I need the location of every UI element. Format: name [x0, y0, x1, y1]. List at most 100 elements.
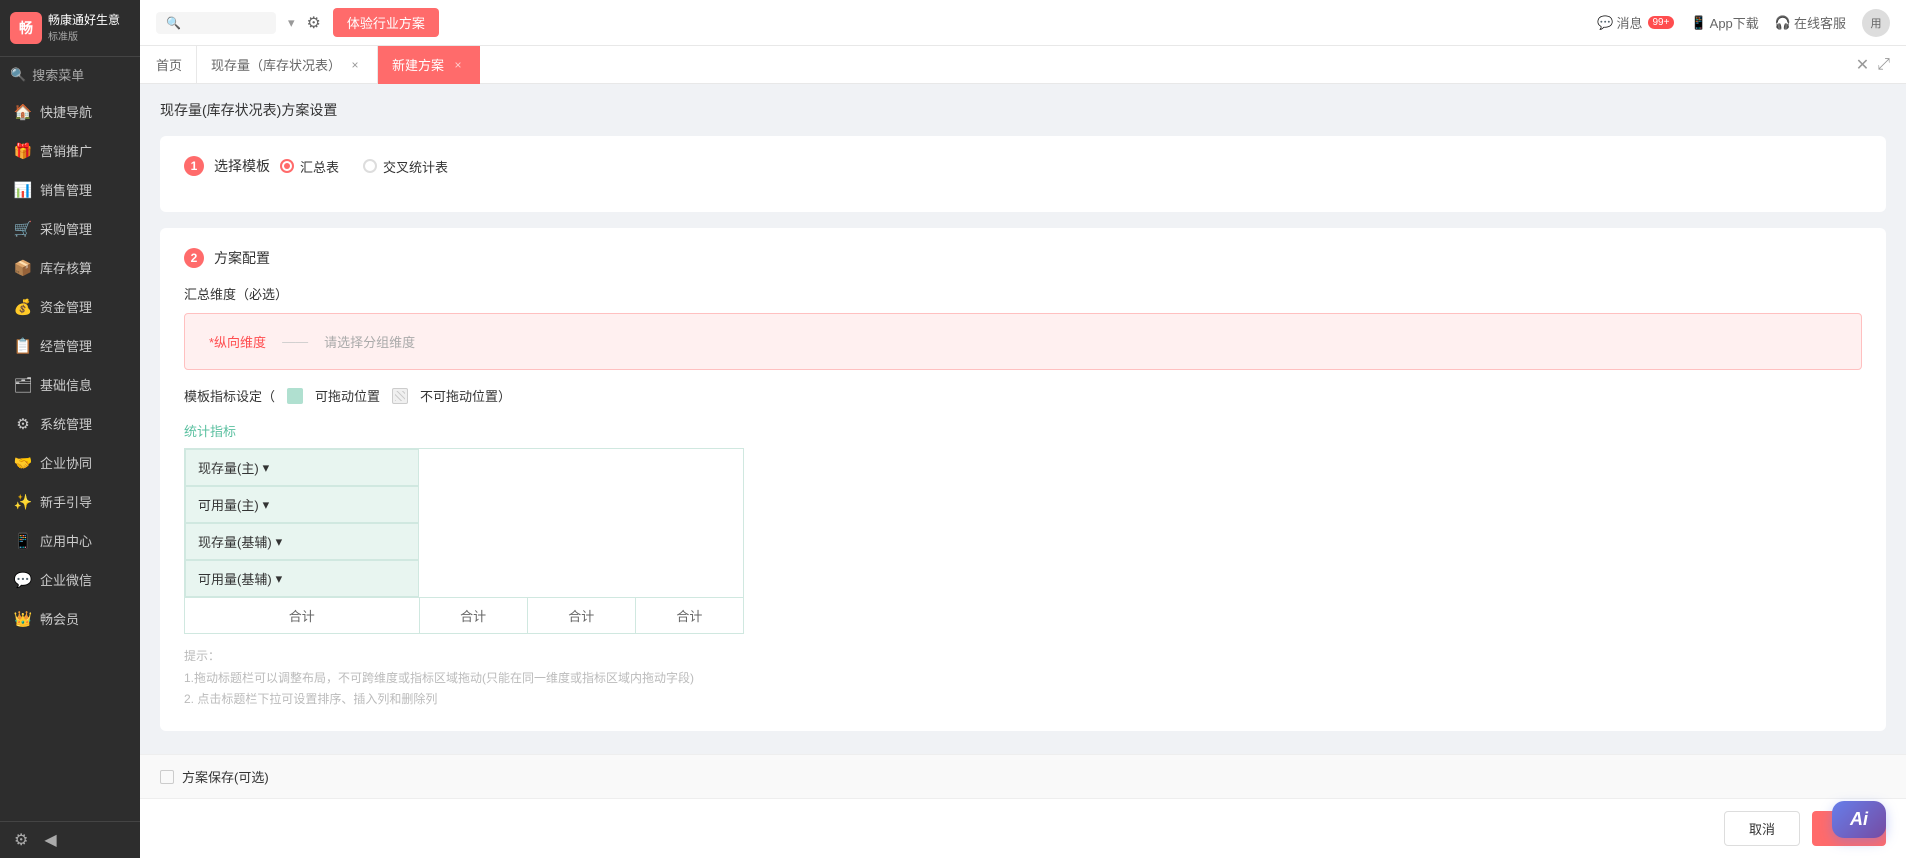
tips-title: 提示： — [184, 649, 220, 663]
content-area: 现存量(库存状况表)方案设置 1 选择模板 汇总表 交叉统计表 — [140, 84, 1906, 754]
customer-service-button[interactable]: 🎧 在线客服 — [1775, 13, 1846, 32]
section1-number: 1 — [184, 156, 204, 176]
page-title: 现存量(库存状况表)方案设置 — [160, 100, 1886, 120]
sidebar-item-sales[interactable]: 📊 销售管理 — [0, 170, 140, 209]
wechat-icon: 💬 — [14, 571, 32, 589]
stats-row-0: 合计 合计 合计 合计 — [185, 598, 744, 634]
fixed-indicator-box — [392, 388, 408, 404]
message-badge: 99+ — [1648, 16, 1675, 29]
sidebar-search[interactable]: 🔍 搜索菜单 — [0, 57, 140, 92]
dimension-placeholder: 请选择分组维度 — [324, 332, 415, 351]
sidebar-item-basic[interactable]: 🗂 基础信息 — [0, 365, 140, 404]
stats-col-header-2[interactable]: 现存量(基辅) ▾ — [185, 523, 419, 560]
save-option-row: 方案保存(可选) — [140, 754, 1906, 798]
search-icon: 🔍 — [10, 67, 26, 83]
section1-title: 选择模板 — [214, 156, 270, 176]
stats-cell-0-1: 合计 — [419, 598, 527, 634]
tab-fullscreen-icon[interactable]: ⤢ — [1877, 56, 1890, 74]
stats-cell-0-0: 合计 — [185, 598, 420, 634]
section2-number: 2 — [184, 248, 204, 268]
sidebar-item-marketing[interactable]: 🎁 营销推广 — [0, 131, 140, 170]
col-dropdown-icon-0: ▾ — [263, 460, 270, 476]
sidebar-item-vip[interactable]: 👑 畅会员 — [0, 599, 140, 638]
download-icon: 📱 — [1690, 15, 1706, 31]
app-logo-icon: 畅 — [10, 12, 42, 44]
topbar-gear-icon[interactable]: ⚙ — [307, 13, 321, 33]
gear-icon: ⚙ — [14, 415, 32, 433]
radio-crosstab-circle — [363, 159, 377, 173]
sidebar-item-wechat[interactable]: 💬 企业微信 — [0, 560, 140, 599]
tab-new-scheme[interactable]: 新建方案 × — [378, 46, 480, 84]
tab-inventory-close[interactable]: × — [347, 57, 363, 73]
sidebar-item-system[interactable]: ⚙ 系统管理 — [0, 404, 140, 443]
sidebar-nav: 🏠 快捷导航 🎁 营销推广 📊 销售管理 🛒 采购管理 📦 库存核算 💰 资金管… — [0, 92, 140, 821]
draggable-indicator-box — [287, 388, 303, 404]
industry-button[interactable]: 体验行业方案 — [333, 8, 439, 37]
sidebar-item-app-center[interactable]: 📱 应用中心 — [0, 521, 140, 560]
main-area: 🔍 ▾ ⚙ 体验行业方案 💬 消息 99+ 📱 App下载 🎧 在线客服 用 — [140, 0, 1906, 858]
section-config: 2 方案配置 汇总维度（必选） *纵向维度 —— 请选择分组维度 模板指标设定（… — [160, 228, 1886, 731]
sidebar-item-enterprise[interactable]: 🤝 企业协同 — [0, 443, 140, 482]
stats-table: 现存量(主) ▾ 可用量(主) ▾ — [184, 448, 744, 634]
sidebar-bottom: ⚙ ◀ — [0, 821, 140, 858]
sidebar-item-purchase[interactable]: 🛒 采购管理 — [0, 209, 140, 248]
tab-inventory[interactable]: 现存量（库存状况表） × — [197, 46, 378, 84]
section2-title: 方案配置 — [214, 248, 270, 268]
stats-col-header-1[interactable]: 可用量(主) ▾ — [185, 486, 419, 523]
topbar: 🔍 ▾ ⚙ 体验行业方案 💬 消息 99+ 📱 App下载 🎧 在线客服 用 — [140, 0, 1906, 46]
messages-button[interactable]: 💬 消息 99+ — [1597, 13, 1674, 32]
folder-icon: 🗂 — [14, 376, 32, 394]
tabs-right-actions: ✕ ⤢ — [1856, 55, 1890, 75]
ai-assistant-button[interactable]: Ai — [1832, 801, 1886, 838]
sidebar-item-quick-nav[interactable]: 🏠 快捷导航 — [0, 92, 140, 131]
app-name-text: 畅康通好生意 标准版 — [48, 13, 120, 44]
cart-icon: 🛒 — [14, 220, 32, 238]
collapse-icon[interactable]: ◀ — [44, 830, 56, 850]
app-download-button[interactable]: 📱 App下载 — [1690, 13, 1758, 32]
stats-cell-0-3: 合计 — [635, 598, 743, 634]
settings-icon[interactable]: ⚙ — [14, 830, 28, 850]
tabs-bar: 首页 现存量（库存状况表） × 新建方案 × ✕ ⤢ — [140, 46, 1906, 84]
money-icon: 💰 — [14, 298, 32, 316]
handshake-icon: 🤝 — [14, 454, 32, 472]
save-checkbox[interactable] — [160, 770, 174, 784]
col-dropdown-icon-3: ▾ — [276, 571, 283, 587]
gift-icon: 🎁 — [14, 142, 32, 160]
template-options: 汇总表 交叉统计表 — [280, 157, 448, 176]
stats-col-header-3[interactable]: 可用量(基辅) ▾ — [185, 560, 419, 597]
config-section: 汇总维度（必选） *纵向维度 —— 请选择分组维度 模板指标设定（ 可拖动位置 … — [184, 284, 1862, 711]
section-template: 1 选择模板 汇总表 交叉统计表 — [160, 136, 1886, 212]
tips-section: 提示： 1.拖动标题栏可以调整布局，不可跨维度或指标区域拖动(只能在同一维度或指… — [184, 646, 1862, 711]
sidebar-item-guide[interactable]: ✨ 新手引导 — [0, 482, 140, 521]
save-option-label: 方案保存(可选) — [182, 767, 269, 786]
template-option-summary[interactable]: 汇总表 — [280, 157, 339, 176]
topbar-right: 💬 消息 99+ 📱 App下载 🎧 在线客服 用 — [1597, 9, 1890, 37]
topbar-search-box[interactable]: 🔍 — [156, 12, 276, 34]
message-icon: 💬 — [1597, 15, 1613, 31]
section2-header: 2 方案配置 — [184, 248, 1862, 268]
headset-icon: 🎧 — [1775, 15, 1791, 31]
guide-icon: ✨ — [14, 493, 32, 511]
template-option-crosstab[interactable]: 交叉统计表 — [363, 157, 448, 176]
search-icon: 🔍 — [166, 16, 181, 30]
tab-home[interactable]: 首页 — [156, 46, 197, 84]
sidebar-item-finance[interactable]: 💰 资金管理 — [0, 287, 140, 326]
dimension-area-label: 汇总维度（必选） — [184, 284, 1862, 303]
dimension-row[interactable]: *纵向维度 —— 请选择分组维度 — [184, 313, 1862, 370]
clipboard-icon: 📋 — [14, 337, 32, 355]
stats-col-header-0[interactable]: 现存量(主) ▾ — [185, 449, 419, 486]
user-avatar[interactable]: 用 — [1862, 9, 1890, 37]
radio-summary-circle — [280, 159, 294, 173]
tip-item-1: 2. 点击标题栏下拉可设置排序、插入列和删除列 — [184, 689, 1862, 711]
col-dropdown-icon-2: ▾ — [276, 534, 283, 550]
sidebar-item-operation[interactable]: 📋 经营管理 — [0, 326, 140, 365]
topbar-dropdown-icon[interactable]: ▾ — [288, 15, 295, 31]
content-wrapper: 现存量(库存状况表)方案设置 1 选择模板 汇总表 交叉统计表 — [140, 84, 1906, 858]
template-indicator: 模板指标设定（ 可拖动位置 不可拖动位置） — [184, 386, 1862, 405]
cancel-button[interactable]: 取消 — [1724, 811, 1800, 846]
stats-cell-0-2: 合计 — [527, 598, 635, 634]
tab-new-scheme-close[interactable]: × — [450, 57, 466, 73]
tab-close-all-icon[interactable]: ✕ — [1856, 55, 1869, 75]
chart-icon: 📊 — [14, 181, 32, 199]
sidebar-item-inventory[interactable]: 📦 库存核算 — [0, 248, 140, 287]
